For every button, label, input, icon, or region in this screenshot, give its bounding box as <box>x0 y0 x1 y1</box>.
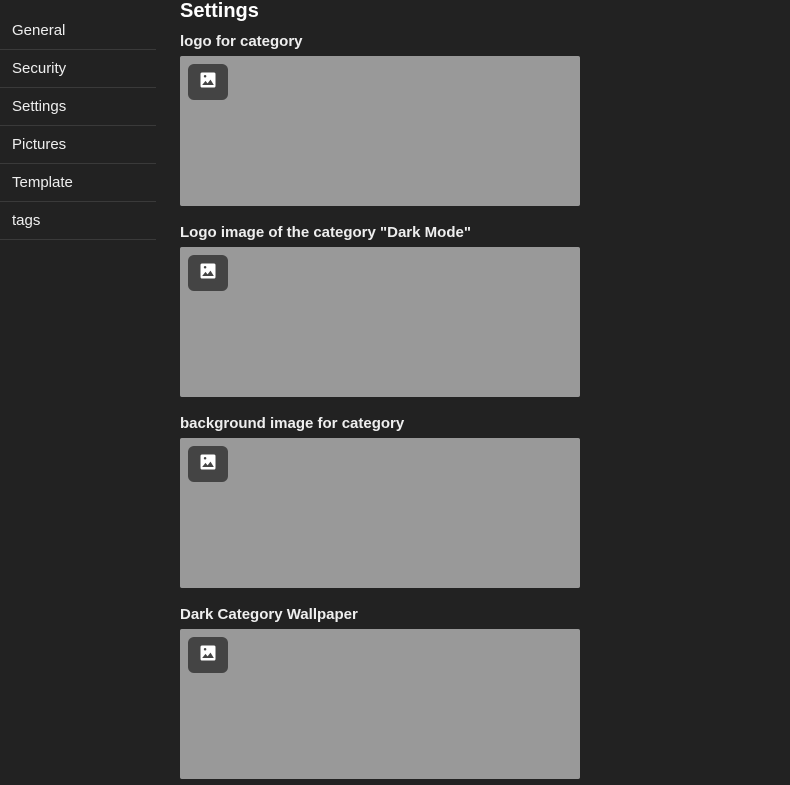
field-logo-dark-mode: Logo image of the category "Dark Mode" <box>180 224 766 397</box>
sidebar-item-label: General <box>12 22 65 39</box>
field-dark-wallpaper: Dark Category Wallpaper <box>180 606 766 779</box>
field-label: Dark Category Wallpaper <box>180 606 766 623</box>
sidebar-item-label: Template <box>12 174 73 191</box>
sidebar: General Security Settings Pictures Templ… <box>0 0 156 785</box>
field-label: background image for category <box>180 415 766 432</box>
sidebar-item-label: tags <box>12 212 40 229</box>
field-logo-for-category: logo for category <box>180 33 766 206</box>
page-title: Settings <box>180 0 766 23</box>
sidebar-item-general[interactable]: General <box>0 12 156 50</box>
sidebar-item-security[interactable]: Security <box>0 50 156 88</box>
image-icon <box>198 70 218 95</box>
image-icon <box>198 452 218 477</box>
upload-image-button[interactable] <box>188 255 228 291</box>
image-dropzone[interactable] <box>180 629 580 779</box>
sidebar-item-settings[interactable]: Settings <box>0 88 156 126</box>
image-dropzone[interactable] <box>180 56 580 206</box>
sidebar-item-label: Security <box>12 60 66 77</box>
field-label: logo for category <box>180 33 766 50</box>
upload-image-button[interactable] <box>188 64 228 100</box>
sidebar-item-pictures[interactable]: Pictures <box>0 126 156 164</box>
field-background-image: background image for category <box>180 415 766 588</box>
image-dropzone[interactable] <box>180 438 580 588</box>
image-icon <box>198 261 218 286</box>
upload-image-button[interactable] <box>188 637 228 673</box>
sidebar-item-label: Settings <box>12 98 66 115</box>
sidebar-item-tags[interactable]: tags <box>0 202 156 240</box>
sidebar-item-template[interactable]: Template <box>0 164 156 202</box>
main-content: Settings logo for category Logo image of… <box>156 0 790 785</box>
image-icon <box>198 643 218 668</box>
field-label: Logo image of the category "Dark Mode" <box>180 224 766 241</box>
image-dropzone[interactable] <box>180 247 580 397</box>
upload-image-button[interactable] <box>188 446 228 482</box>
sidebar-item-label: Pictures <box>12 136 66 153</box>
